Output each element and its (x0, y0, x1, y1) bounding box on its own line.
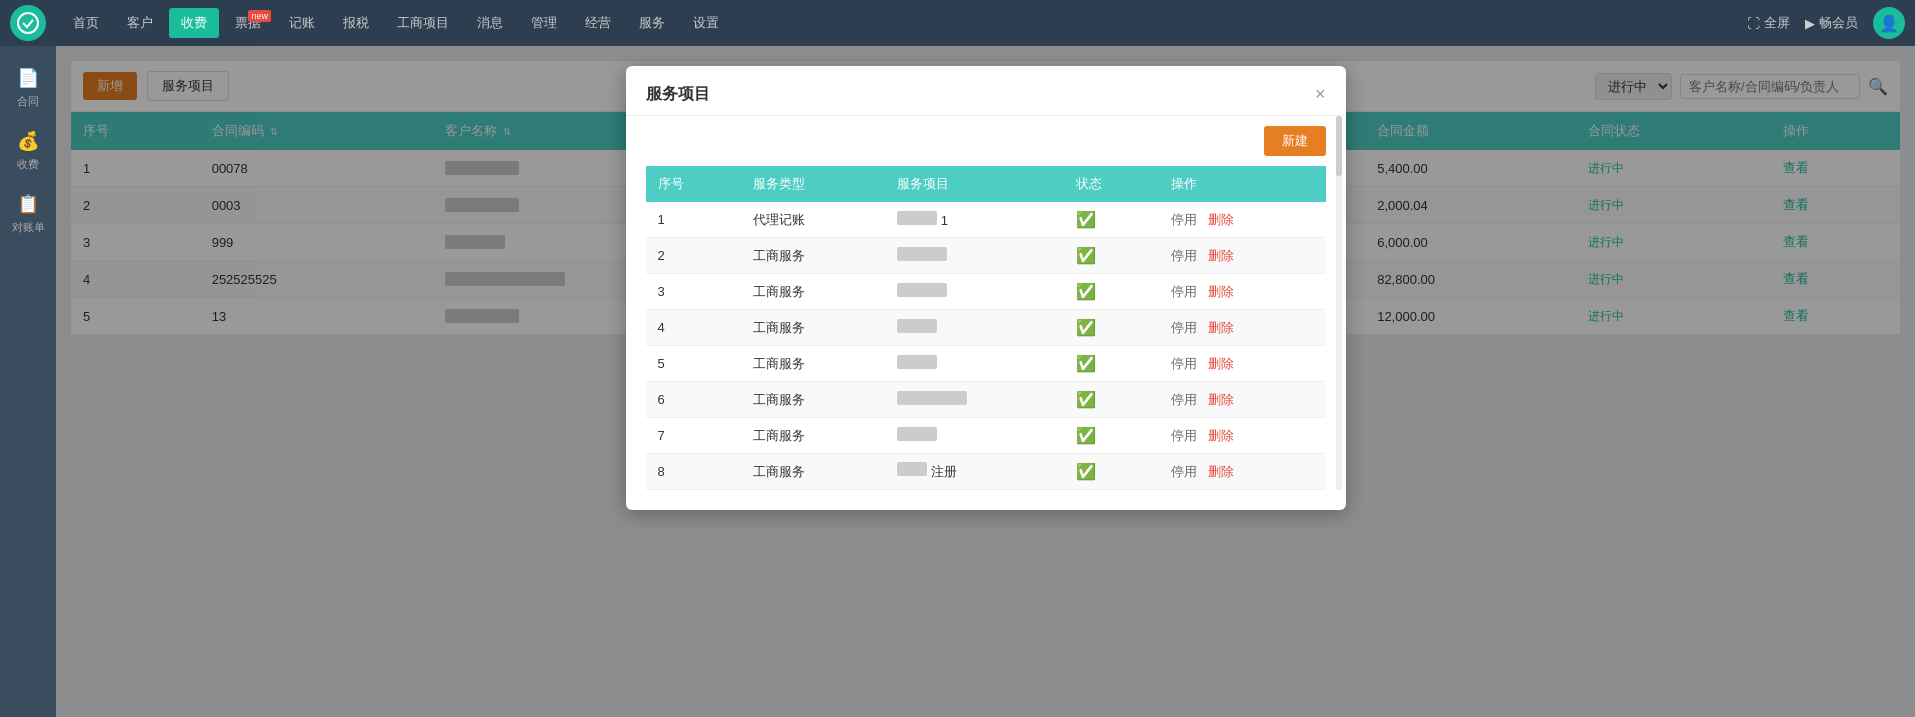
modal-table-row: 8 工商服务 注册 ✅ 停用 删除 (646, 454, 1326, 490)
stop-button[interactable]: 停用 (1171, 212, 1197, 227)
service-items-modal: 服务项目 × 新建 序号 服务类型 服务项目 状态 操作 (626, 66, 1346, 510)
modal-close-button[interactable]: × (1315, 84, 1326, 105)
status-active-icon: ✅ (1076, 247, 1096, 264)
modal-table-row: 6 工商服务 ✅ 停用 删除 (646, 382, 1326, 418)
modal-col-seq: 序号 (646, 166, 741, 202)
modal-overlay: 服务项目 × 新建 序号 服务类型 服务项目 状态 操作 (56, 46, 1915, 717)
delete-button[interactable]: 删除 (1208, 212, 1234, 227)
modal-toolbar: 新建 (626, 116, 1346, 166)
svg-point-0 (18, 13, 38, 33)
stop-button[interactable]: 停用 (1171, 392, 1197, 407)
stop-button[interactable]: 停用 (1171, 320, 1197, 335)
modal-table-row: 4 工商服务 ✅ 停用 删除 (646, 310, 1326, 346)
service-items-table: 序号 服务类型 服务项目 状态 操作 1 代理记账 1 ✅ (646, 166, 1326, 490)
stop-button[interactable]: 停用 (1171, 464, 1197, 479)
nav-message[interactable]: 消息 (465, 8, 515, 38)
left-sidebar: 📄 合同 💰 收费 📋 对账单 (0, 46, 56, 717)
scrollbar-track[interactable] (1336, 116, 1342, 490)
fullscreen-icon: ⛶ (1747, 16, 1760, 31)
modal-table-row: 2 工商服务 ✅ 停用 删除 (646, 238, 1326, 274)
modal-table-row: 7 工商服务 ✅ 停用 删除 (646, 418, 1326, 454)
status-active-icon: ✅ (1076, 463, 1096, 480)
status-active-icon: ✅ (1076, 319, 1096, 336)
nav-service[interactable]: 服务 (627, 8, 677, 38)
status-active-icon: ✅ (1076, 355, 1096, 372)
sidebar-label-billing: 收费 (17, 157, 39, 172)
delete-button[interactable]: 删除 (1208, 320, 1234, 335)
modal-col-item: 服务项目 (885, 166, 1064, 202)
top-navigation: 首页 客户 收费 票据 new 记账 报税 工商项目 消息 管理 经营 服务 设… (0, 0, 1915, 46)
fullscreen-label: 全屏 (1764, 14, 1790, 32)
modal-body: 序号 服务类型 服务项目 状态 操作 1 代理记账 1 ✅ (626, 166, 1346, 510)
modal-table-row: 5 工商服务 ✅ 停用 删除 (646, 346, 1326, 382)
nav-menu: 首页 客户 收费 票据 new 记账 报税 工商项目 消息 管理 经营 服务 设… (61, 8, 1747, 38)
sidebar-item-reconciliation[interactable]: 📋 对账单 (0, 182, 56, 245)
avatar-icon: 👤 (1879, 14, 1899, 33)
nav-operation[interactable]: 经营 (573, 8, 623, 38)
nav-business[interactable]: 工商项目 (385, 8, 461, 38)
app-logo (10, 5, 46, 41)
sidebar-item-contract[interactable]: 📄 合同 (0, 56, 56, 119)
delete-button[interactable]: 删除 (1208, 356, 1234, 371)
member-label: 畅会员 (1819, 14, 1858, 32)
delete-button[interactable]: 删除 (1208, 392, 1234, 407)
stop-button[interactable]: 停用 (1171, 356, 1197, 371)
member-button[interactable]: ▶ 畅会员 (1805, 14, 1858, 32)
modal-title: 服务项目 (646, 84, 710, 105)
modal-table-row: 1 代理记账 1 ✅ 停用 删除 (646, 202, 1326, 238)
scrollbar-thumb (1336, 116, 1342, 176)
nav-customer[interactable]: 客户 (115, 8, 165, 38)
nav-billing[interactable]: 收费 (169, 8, 219, 38)
delete-button[interactable]: 删除 (1208, 284, 1234, 299)
modal-table-row: 3 工商服务 ✅ 停用 删除 (646, 274, 1326, 310)
nav-home[interactable]: 首页 (61, 8, 111, 38)
status-active-icon: ✅ (1076, 211, 1096, 228)
main-content: 新增 服务项目 进行中 已结束 全部 🔍 序号 合同编码 ⇅ 客 (56, 46, 1915, 717)
delete-button[interactable]: 删除 (1208, 248, 1234, 263)
sidebar-item-billing[interactable]: 💰 收费 (0, 119, 56, 182)
nav-tax[interactable]: 报税 (331, 8, 381, 38)
nav-right-area: ⛶ 全屏 ▶ 畅会员 👤 (1747, 7, 1905, 39)
status-active-icon: ✅ (1076, 283, 1096, 300)
modal-col-action: 操作 (1159, 166, 1326, 202)
nav-invoice[interactable]: 票据 new (223, 8, 273, 38)
status-active-icon: ✅ (1076, 427, 1096, 444)
reconciliation-icon: 📋 (16, 192, 40, 216)
nav-management[interactable]: 管理 (519, 8, 569, 38)
delete-button[interactable]: 删除 (1208, 428, 1234, 443)
video-icon: ▶ (1805, 16, 1815, 31)
stop-button[interactable]: 停用 (1171, 428, 1197, 443)
modal-col-status: 状态 (1064, 166, 1159, 202)
status-active-icon: ✅ (1076, 391, 1096, 408)
new-badge: new (248, 10, 271, 22)
sidebar-label-contract: 合同 (17, 94, 39, 109)
nav-bookkeeping[interactable]: 记账 (277, 8, 327, 38)
modal-col-type: 服务类型 (741, 166, 886, 202)
new-service-button[interactable]: 新建 (1264, 126, 1326, 156)
sidebar-label-reconciliation: 对账单 (12, 220, 45, 235)
nav-settings[interactable]: 设置 (681, 8, 731, 38)
contract-icon: 📄 (16, 66, 40, 90)
fullscreen-button[interactable]: ⛶ 全屏 (1747, 14, 1790, 32)
user-avatar[interactable]: 👤 (1873, 7, 1905, 39)
stop-button[interactable]: 停用 (1171, 284, 1197, 299)
delete-button[interactable]: 删除 (1208, 464, 1234, 479)
billing-icon: 💰 (16, 129, 40, 153)
stop-button[interactable]: 停用 (1171, 248, 1197, 263)
modal-header: 服务项目 × (626, 66, 1346, 116)
